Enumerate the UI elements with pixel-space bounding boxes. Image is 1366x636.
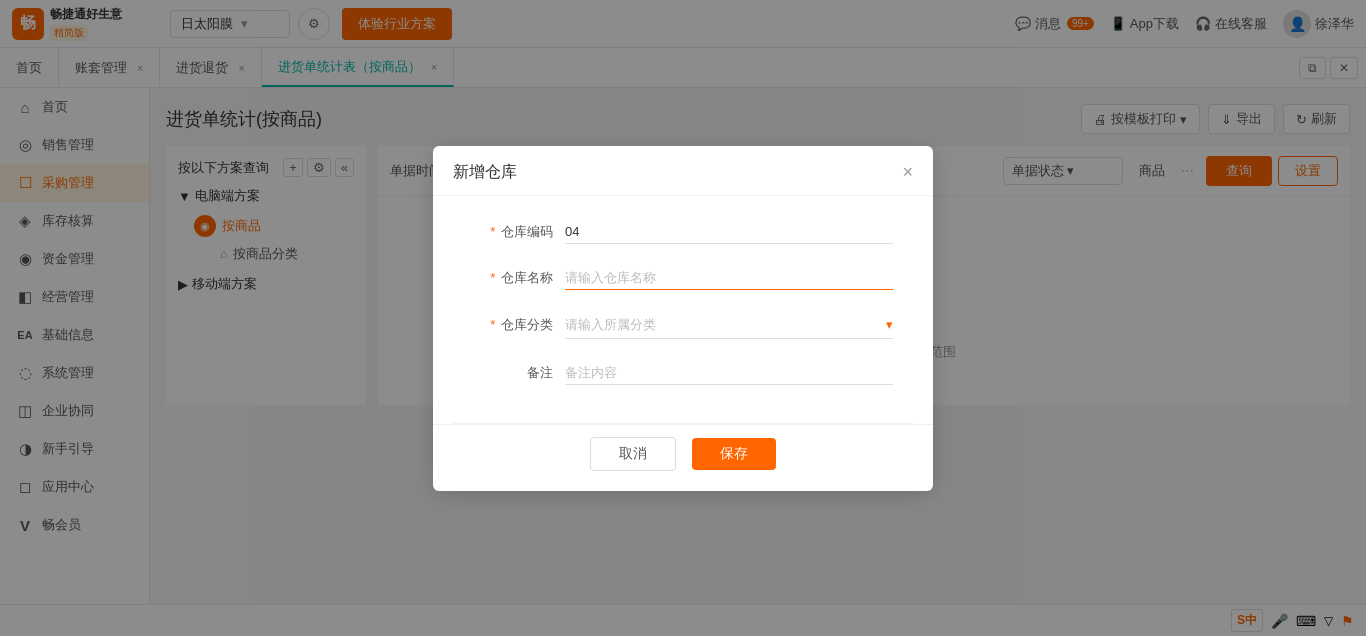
category-placeholder: 请输入所属分类 xyxy=(565,316,656,334)
required-icon: * xyxy=(490,224,495,239)
save-button[interactable]: 保存 xyxy=(692,438,776,470)
warehouse-modal: 新增仓库 × * 仓库编码 * 仓库名称 xyxy=(433,146,933,491)
modal-close-button[interactable]: × xyxy=(902,162,913,183)
form-row-category: * 仓库分类 请输入所属分类 ▾ xyxy=(473,312,893,339)
modal-body: * 仓库编码 * 仓库名称 * 仓库分类 请输入所属 xyxy=(433,196,933,423)
cancel-button[interactable]: 取消 xyxy=(590,437,676,471)
form-row-name: * 仓库名称 xyxy=(473,266,893,290)
warehouse-category-select[interactable]: 请输入所属分类 ▾ xyxy=(565,312,893,339)
warehouse-code-input[interactable] xyxy=(565,220,893,244)
form-row-remark: 备注 xyxy=(473,361,893,385)
modal-overlay[interactable]: 新增仓库 × * 仓库编码 * 仓库名称 xyxy=(0,0,1366,636)
category-label: * 仓库分类 xyxy=(473,316,553,334)
remark-label: 备注 xyxy=(473,364,553,382)
required-icon: * xyxy=(490,270,495,285)
modal-footer: 取消 保存 xyxy=(433,424,933,491)
chevron-down-icon: ▾ xyxy=(886,317,893,332)
modal-header: 新增仓库 × xyxy=(433,146,933,196)
form-row-code: * 仓库编码 xyxy=(473,220,893,244)
modal-title: 新增仓库 xyxy=(453,162,517,183)
warehouse-name-input[interactable] xyxy=(565,266,893,290)
warehouse-remark-input[interactable] xyxy=(565,361,893,385)
code-label: * 仓库编码 xyxy=(473,223,553,241)
required-icon: * xyxy=(490,317,495,332)
name-label: * 仓库名称 xyxy=(473,269,553,287)
